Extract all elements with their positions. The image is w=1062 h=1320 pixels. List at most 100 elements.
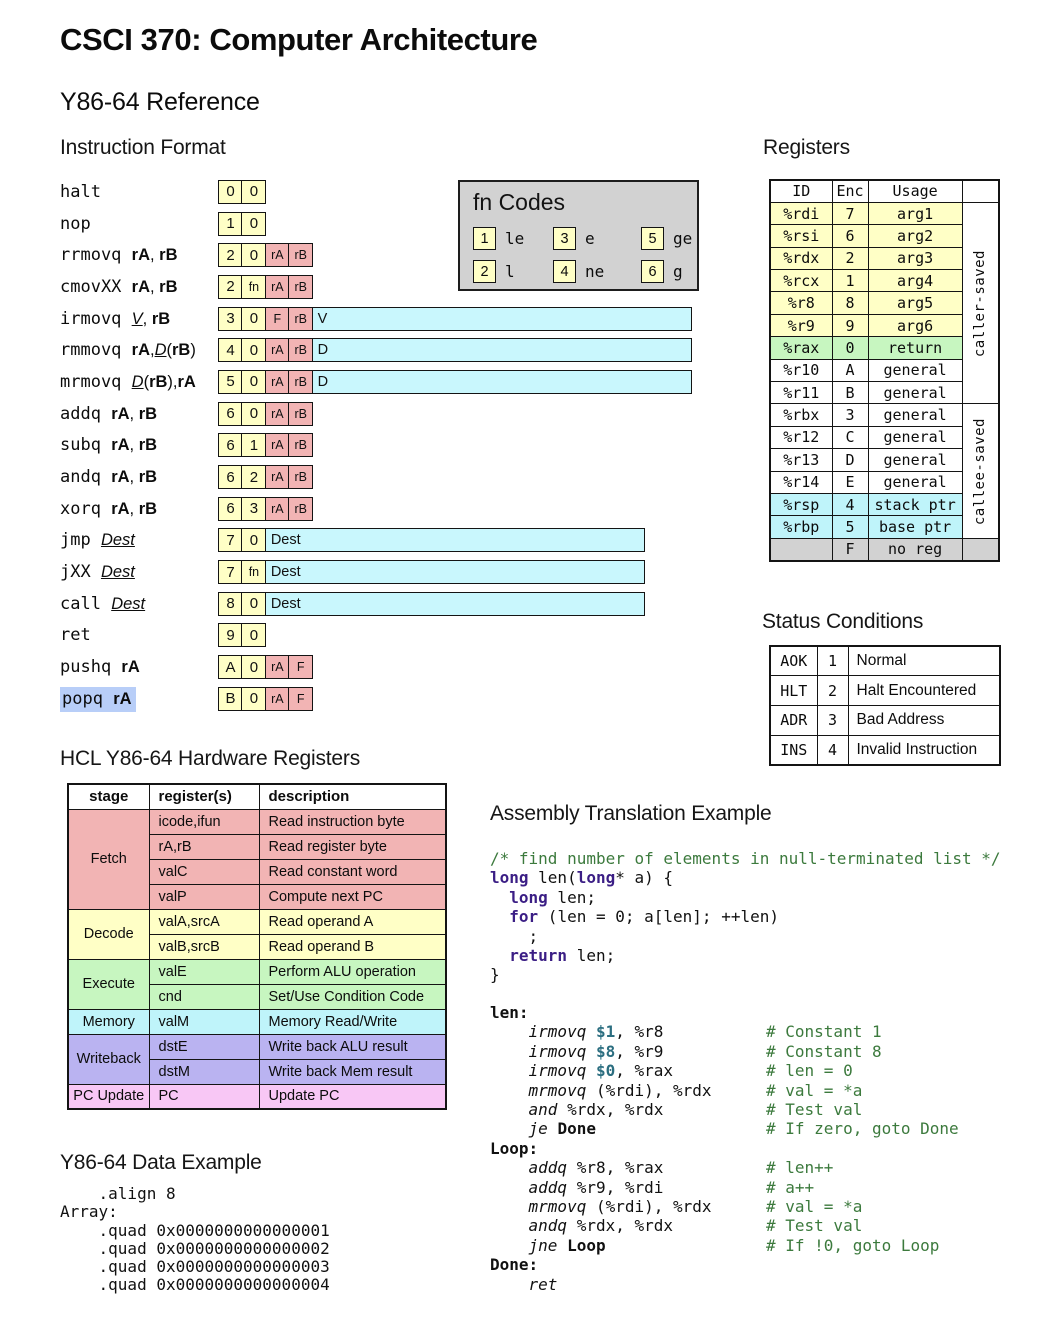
register-encoding: A (832, 359, 868, 381)
byte-box: rB (288, 307, 313, 331)
hcl-register: icode,ifun (149, 809, 259, 834)
instruction-bytes: B0rAF (218, 687, 313, 711)
fn-code-box: 3 (553, 227, 576, 250)
byte-box: rA (265, 402, 290, 426)
fn-codes-grid: 1le3e5ge2l4ne6g (473, 222, 697, 288)
instruction-label: subq rA, rB (60, 435, 218, 455)
code-comment: # len = 0 (766, 1061, 853, 1080)
hcl-row: DecodevalA,srcARead operand A (68, 909, 446, 934)
byte-box: 9 (218, 623, 243, 647)
instruction-row: irmovq V, rB30FrBV (60, 303, 720, 335)
status-number: 1 (817, 646, 848, 676)
hcl-register: rA,rB (149, 834, 259, 859)
instruction-bytes: 70Dest (218, 528, 645, 552)
status-code: AOK (770, 646, 817, 676)
byte-box: 0 (241, 687, 266, 711)
byte-box: F (265, 307, 290, 331)
hcl-register: valP (149, 884, 259, 909)
code-line: addq %r9, %rdi# a++ (490, 1178, 712, 1197)
code-line: je Done# If zero, goto Done (490, 1119, 712, 1138)
register-encoding: 8 (832, 292, 868, 314)
fn-codes-panel: fn Codes 1le3e5ge2l4ne6g (458, 180, 699, 291)
register-usage: general (868, 404, 962, 426)
hcl-description: Write back ALU result (259, 1034, 446, 1059)
register-save-group-label: callee-saved (973, 418, 987, 525)
register-usage: arg3 (868, 247, 962, 269)
instruction-row: jmp Dest70Dest (60, 525, 720, 557)
fn-code-box: 5 (641, 227, 664, 250)
register-save-group-label: caller-saved (973, 250, 987, 357)
register-id: %r10 (770, 359, 832, 381)
register-encoding: 2 (832, 247, 868, 269)
byte-box: B (218, 687, 243, 711)
instruction-label: andq rA, rB (60, 467, 218, 487)
code-comment: # a++ (766, 1178, 814, 1197)
byte-box: 7 (218, 560, 243, 584)
hcl-register: valC (149, 859, 259, 884)
byte-box: Dest (265, 560, 645, 584)
register-encoding: E (832, 471, 868, 493)
register-usage: general (868, 471, 962, 493)
instruction-label: call Dest (60, 594, 218, 614)
status-description: Halt Encountered (848, 676, 1000, 706)
hcl-description: Read register byte (259, 834, 446, 859)
status-description: Normal (848, 646, 1000, 676)
byte-box: rA (265, 433, 290, 457)
hcl-register: dstM (149, 1059, 259, 1084)
fn-code-label: ge (673, 229, 692, 248)
hcl-description: Read operand A (259, 909, 446, 934)
register-id: %rax (770, 337, 832, 359)
byte-box: rB (288, 497, 313, 521)
register-usage: general (868, 426, 962, 448)
hcl-stage: PC Update (68, 1084, 149, 1109)
instruction-label: halt (60, 182, 218, 202)
register-usage: no reg (868, 538, 962, 560)
status-code: ADR (770, 706, 817, 736)
byte-box: 0 (241, 402, 266, 426)
register-save-group: caller-saved (962, 202, 999, 404)
code-comment: # Constant 1 (766, 1022, 882, 1041)
register-id: %r14 (770, 471, 832, 493)
instruction-label: popq rA (60, 689, 218, 709)
fn-code-entry: 6g (641, 260, 701, 283)
hcl-header-cell: description (259, 784, 446, 809)
hcl-row: ExecutevalEPerform ALU operation (68, 959, 446, 984)
hcl-description: Perform ALU operation (259, 959, 446, 984)
c-source-code: /* find number of elements in null-termi… (490, 849, 1001, 985)
hcl-register: valE (149, 959, 259, 984)
code-line: andq %rdx, %rdx# Test val (490, 1216, 712, 1235)
byte-box: Dest (265, 528, 645, 552)
code-line: .quad 0x0000000000000003 (60, 1258, 330, 1276)
byte-box: 2 (218, 243, 243, 267)
register-encoding: 0 (832, 337, 868, 359)
code-comment: # len++ (766, 1158, 833, 1177)
register-id: %rcx (770, 270, 832, 292)
code-comment: # Test val (766, 1216, 862, 1235)
register-encoding: D (832, 449, 868, 471)
byte-box: rB (288, 402, 313, 426)
register-id: %rbx (770, 404, 832, 426)
code-line: addq %r8, %rax# len++ (490, 1158, 712, 1177)
fn-codes-title: fn Codes (473, 189, 697, 216)
instruction-bytes: 30FrBV (218, 307, 692, 331)
register-usage: stack ptr (868, 493, 962, 515)
fn-code-label: l (505, 262, 515, 281)
code-line: Array: (60, 1203, 330, 1221)
byte-box: 7 (218, 528, 243, 552)
hcl-header-cell: stage (68, 784, 149, 809)
hcl-description: Compute next PC (259, 884, 446, 909)
register-save-group: callee-saved (962, 404, 999, 538)
instruction-row: subq rA, rB61rArB (60, 430, 720, 462)
byte-box: rB (288, 275, 313, 299)
code-line: .align 8 (60, 1185, 330, 1203)
register-usage: base ptr (868, 516, 962, 538)
instruction-row: ret90 (60, 620, 720, 652)
instruction-row: jXX Dest7fnDest (60, 556, 720, 588)
instruction-bytes: 00 (218, 180, 266, 204)
hcl-description: Memory Read/Write (259, 1009, 446, 1034)
code-line: } (490, 965, 1001, 984)
code-line: .quad 0x0000000000000002 (60, 1240, 330, 1258)
code-line: and %rdx, %rdx# Test val (490, 1100, 712, 1119)
instruction-label: xorq rA, rB (60, 499, 218, 519)
status-code: INS (770, 735, 817, 765)
